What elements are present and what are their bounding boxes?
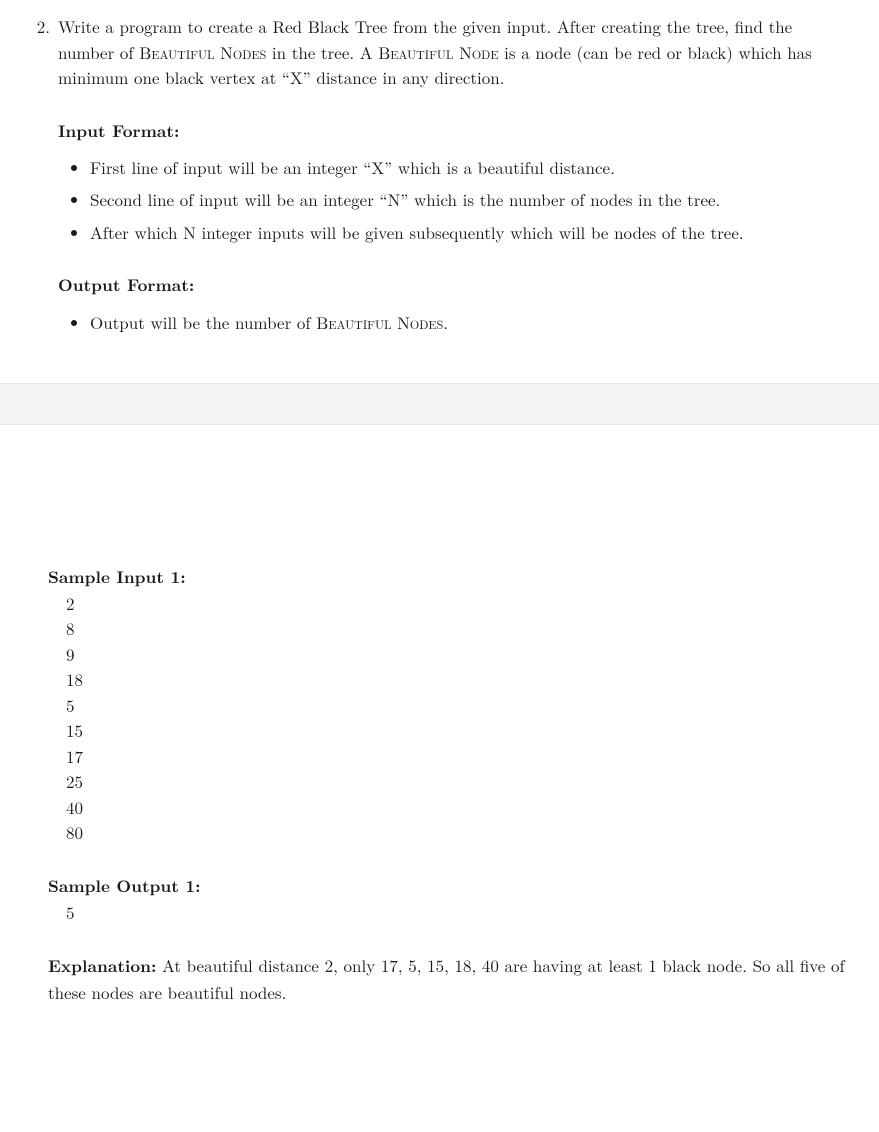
problem-statement: Write a program to create a Red Black Tr… (58, 14, 812, 89)
sample-line: 17 (66, 744, 851, 770)
stmt-smallcaps-2: Beautiful Node (378, 40, 498, 64)
output-format-item: Output will be the number of Beautiful N… (90, 309, 851, 335)
sample-line: 18 (66, 667, 851, 693)
sample-line: 5 (66, 693, 851, 719)
output-format-heading: Output Format: (58, 273, 851, 299)
sample-line: 2 (66, 591, 851, 617)
input-format-item: Second line of input will be an integer … (90, 186, 851, 212)
explanation-lead: Explanation: (48, 954, 156, 978)
page-separator (0, 383, 879, 425)
stmt-part-2: in the tree. A (266, 40, 378, 64)
sample-line: 9 (66, 642, 851, 668)
sample-output-block: Sample Output 1: 5 (48, 874, 851, 926)
sample-output-lines: 5 (48, 900, 851, 926)
sample-line: 40 (66, 795, 851, 821)
input-format-item: First line of input will be an integer “… (90, 154, 851, 180)
sample-input-heading: Sample Input 1: (48, 565, 851, 589)
sample-line: 15 (66, 718, 851, 744)
explanation-block: Explanation: At beautiful distance 2, on… (48, 953, 851, 1005)
input-format-list: First line of input will be an integer “… (58, 154, 851, 245)
problem-body: Write a program to create a Red Black Tr… (58, 14, 851, 343)
stmt-smallcaps-1: Beautiful Nodes (139, 40, 266, 64)
output-item-smallcaps: Beautiful Nodes (316, 310, 443, 334)
output-item-suffix: . (443, 310, 448, 334)
sample-line: 8 (66, 616, 851, 642)
output-format-list: Output will be the number of Beautiful N… (58, 309, 851, 335)
output-item-prefix: Output will be the number of (90, 310, 316, 334)
sample-line: 5 (66, 900, 851, 926)
sample-output-heading: Sample Output 1: (48, 874, 851, 898)
problem-number: 2. (10, 14, 58, 40)
explanation-text: At beautiful distance 2, only 17, 5, 15,… (48, 953, 845, 1004)
page-1: 2. Write a program to create a Red Black… (0, 0, 879, 383)
input-format-heading: Input Format: (58, 119, 851, 145)
sample-line: 25 (66, 769, 851, 795)
sample-line: 80 (66, 820, 851, 846)
sample-input-lines: 2 8 9 18 5 15 17 25 40 80 (48, 591, 851, 846)
problem-item: 2. Write a program to create a Red Black… (10, 14, 851, 343)
sample-input-block: Sample Input 1: 2 8 9 18 5 15 17 25 40 8… (48, 565, 851, 846)
input-format-item: After which N integer inputs will be giv… (90, 219, 851, 245)
page-2: Sample Input 1: 2 8 9 18 5 15 17 25 40 8… (0, 425, 879, 1126)
